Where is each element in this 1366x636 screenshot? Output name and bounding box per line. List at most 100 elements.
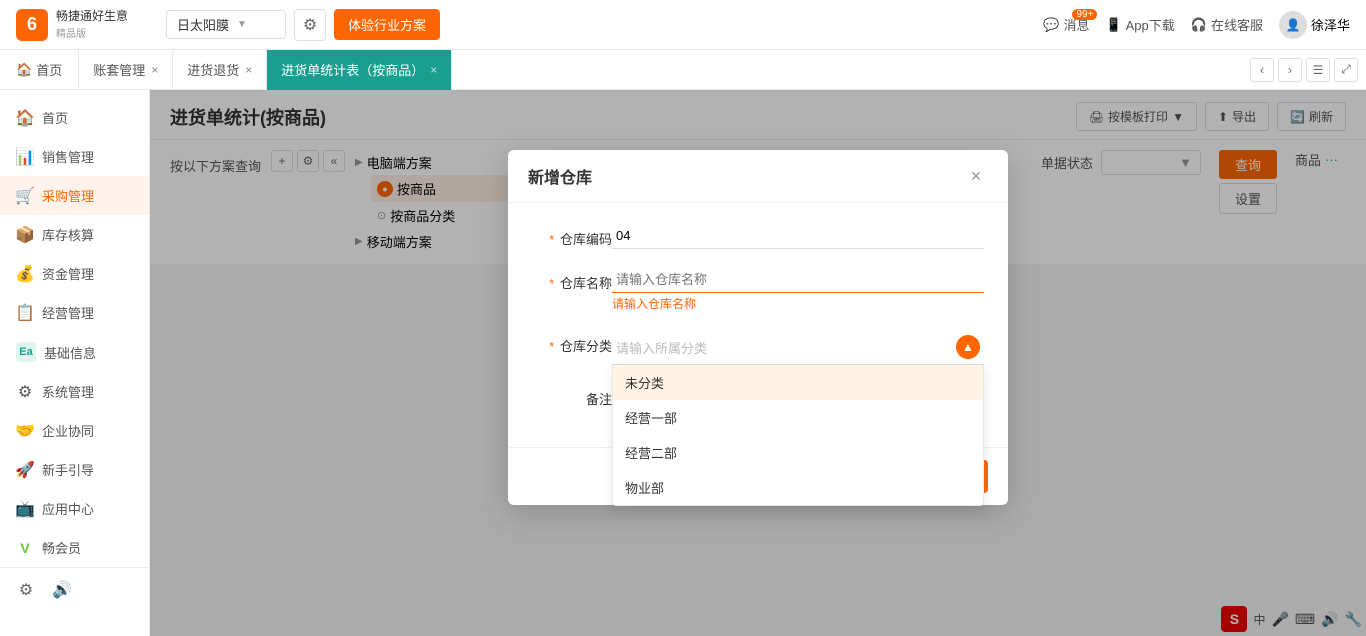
messages-button[interactable]: 💬 消息 99+ bbox=[1043, 15, 1089, 34]
sidebar-label-inventory: 库存核算 bbox=[42, 225, 94, 244]
tab-label-purchase-stats: 进货单统计表（按商品） bbox=[281, 60, 424, 79]
logo-text-line1: 畅捷通好生意 bbox=[56, 9, 128, 25]
user-avatar-area[interactable]: 👤 徐泽华 bbox=[1279, 11, 1350, 39]
sidebar-label-enterprise: 企业协同 bbox=[42, 421, 94, 440]
tab-close-accounts[interactable]: × bbox=[151, 63, 158, 77]
sidebar-item-vip[interactable]: V 畅会员 bbox=[0, 528, 149, 567]
sidebar-item-basic-info[interactable]: Ea 基础信息 bbox=[0, 332, 149, 372]
sidebar-item-enterprise[interactable]: 🤝 企业协同 bbox=[0, 411, 149, 450]
home-icon: 🏠 bbox=[16, 62, 32, 78]
finance-icon: 💰 bbox=[16, 265, 34, 283]
tab-ctrl-maximize[interactable]: ⤢ bbox=[1334, 58, 1358, 82]
basic-info-icon: Ea bbox=[16, 342, 36, 362]
header-settings-button[interactable]: ⚙ bbox=[294, 9, 326, 41]
category-placeholder: 请输入所属分类 bbox=[616, 338, 956, 357]
app-download-button[interactable]: 📱 App下载 bbox=[1105, 15, 1174, 34]
sidebar-label-newbie: 新手引导 bbox=[42, 460, 94, 479]
avatar: 👤 bbox=[1279, 11, 1307, 39]
volume-icon[interactable]: 🔊 bbox=[48, 576, 76, 604]
store-selector[interactable]: 日太阳膜 ▼ bbox=[166, 10, 286, 39]
app-icon: 📱 bbox=[1105, 17, 1121, 33]
modal-close-button[interactable]: × bbox=[964, 164, 988, 188]
sidebar-item-finance[interactable]: 💰 资金管理 bbox=[0, 254, 149, 293]
dropdown-item-uncategorized[interactable]: 未分类 bbox=[613, 365, 983, 400]
sidebar-label-app-center: 应用中心 bbox=[42, 499, 94, 518]
warehouse-name-input[interactable] bbox=[612, 267, 984, 293]
tab-ctrl-next[interactable]: › bbox=[1278, 58, 1302, 82]
sales-icon: 📊 bbox=[16, 148, 34, 166]
vip-icon: V bbox=[16, 539, 34, 557]
inventory-icon: 📦 bbox=[16, 226, 34, 244]
tab-ctrl-menu[interactable]: ☰ bbox=[1306, 58, 1330, 82]
category-dropdown[interactable]: 请输入所属分类 ▲ bbox=[612, 330, 984, 365]
logo-area: 6 畅捷通好生意 精品版 bbox=[16, 9, 166, 41]
sidebar-item-inventory[interactable]: 📦 库存核算 bbox=[0, 215, 149, 254]
warehouse-code-input[interactable] bbox=[612, 223, 984, 249]
name-field-wrap: 请输入仓库名称 bbox=[612, 267, 984, 312]
tab-home-label: 首页 bbox=[36, 60, 62, 79]
tab-home[interactable]: 🏠 首页 bbox=[0, 50, 79, 90]
headset-icon: 🎧 bbox=[1191, 17, 1207, 33]
app-center-icon: 📺 bbox=[16, 500, 34, 518]
sidebar-item-sales[interactable]: 📊 销售管理 bbox=[0, 137, 149, 176]
settings-icon: ⚙ bbox=[303, 15, 317, 35]
form-row-code: * 仓库编码 bbox=[532, 223, 984, 249]
tab-purchase-return[interactable]: 进货退货 × bbox=[173, 50, 267, 90]
form-row-category: * 仓库分类 请输入所属分类 ▲ 未分类 bbox=[532, 330, 984, 365]
sidebar: 🏠 首页 📊 销售管理 🛒 采购管理 📦 库存核算 💰 资金管理 📋 经营管理 … bbox=[0, 90, 150, 636]
tab-accounts[interactable]: 账套管理 × bbox=[79, 50, 173, 90]
enterprise-icon: 🤝 bbox=[16, 422, 34, 440]
sidebar-item-newbie[interactable]: 🚀 新手引导 bbox=[0, 450, 149, 489]
logo-text-line2: 精品版 bbox=[56, 25, 128, 40]
main-layout: 🏠 首页 📊 销售管理 🛒 采购管理 📦 库存核算 💰 资金管理 📋 经营管理 … bbox=[0, 90, 1366, 636]
category-toggle-icon: ▲ bbox=[956, 335, 980, 359]
sidebar-label-purchase: 采购管理 bbox=[42, 186, 94, 205]
form-label-name: * 仓库名称 bbox=[532, 267, 612, 292]
code-field-wrap bbox=[612, 223, 984, 249]
tab-label-purchase-return: 进货退货 bbox=[187, 60, 239, 79]
home-icon: 🏠 bbox=[16, 109, 34, 127]
category-field-wrap: 请输入所属分类 ▲ 未分类 经营一部 经营二部 bbox=[612, 330, 984, 365]
purchase-icon: 🛒 bbox=[16, 187, 34, 205]
header-right: 💬 消息 99+ 📱 App下载 🎧 在线客服 👤 徐泽华 bbox=[1043, 11, 1350, 39]
form-label-category: * 仓库分类 bbox=[532, 330, 612, 355]
online-service-label: 在线客服 bbox=[1211, 15, 1263, 34]
trial-button[interactable]: 体验行业方案 bbox=[334, 9, 440, 40]
store-selector-arrow: ▼ bbox=[237, 19, 247, 30]
modal-header: 新增仓库 × bbox=[508, 150, 1008, 203]
settings-bottom-icon[interactable]: ⚙ bbox=[12, 576, 40, 604]
modal-body: * 仓库编码 * 仓库名称 请输入仓库名称 bbox=[508, 203, 1008, 447]
sidebar-item-app-center[interactable]: 📺 应用中心 bbox=[0, 489, 149, 528]
dropdown-item-operations2[interactable]: 经营二部 bbox=[613, 435, 983, 470]
app-download-label: App下载 bbox=[1126, 15, 1175, 34]
sidebar-label-system: 系统管理 bbox=[42, 382, 94, 401]
online-service-button[interactable]: 🎧 在线客服 bbox=[1191, 15, 1263, 34]
tab-close-purchase-stats[interactable]: × bbox=[430, 63, 437, 77]
category-dropdown-list: 未分类 经营一部 经营二部 物业部 bbox=[612, 365, 984, 506]
form-label-notes: 备注 bbox=[532, 383, 612, 408]
sidebar-label-home: 首页 bbox=[42, 108, 68, 127]
sidebar-label-vip: 畅会员 bbox=[42, 538, 81, 557]
sidebar-item-operations[interactable]: 📋 经营管理 bbox=[0, 293, 149, 332]
system-icon: ⚙ bbox=[16, 383, 34, 401]
new-warehouse-modal: 新增仓库 × * 仓库编码 * 仓 bbox=[508, 150, 1008, 505]
operations-icon: 📋 bbox=[16, 304, 34, 322]
tab-controls: ‹ › ☰ ⤢ bbox=[1242, 58, 1366, 82]
modal-title: 新增仓库 bbox=[528, 164, 592, 188]
form-label-code: * 仓库编码 bbox=[532, 223, 612, 248]
dropdown-item-property[interactable]: 物业部 bbox=[613, 470, 983, 505]
message-icon: 💬 bbox=[1043, 17, 1059, 33]
sidebar-item-system[interactable]: ⚙ 系统管理 bbox=[0, 372, 149, 411]
sidebar-item-purchase[interactable]: 🛒 采购管理 bbox=[0, 176, 149, 215]
dropdown-item-operations1[interactable]: 经营一部 bbox=[613, 400, 983, 435]
tab-purchase-stats[interactable]: 进货单统计表（按商品） × bbox=[267, 50, 452, 90]
tab-close-purchase-return[interactable]: × bbox=[245, 63, 252, 77]
sidebar-label-basic-info: 基础信息 bbox=[44, 343, 96, 362]
store-name: 日太阳膜 bbox=[177, 15, 229, 34]
form-row-name: * 仓库名称 请输入仓库名称 bbox=[532, 267, 984, 312]
user-name: 徐泽华 bbox=[1311, 15, 1350, 34]
tab-ctrl-prev[interactable]: ‹ bbox=[1250, 58, 1274, 82]
sidebar-bottom-actions: ⚙ 🔊 bbox=[0, 567, 149, 612]
top-header: 6 畅捷通好生意 精品版 日太阳膜 ▼ ⚙ 体验行业方案 💬 消息 99+ 📱 … bbox=[0, 0, 1366, 50]
sidebar-item-home[interactable]: 🏠 首页 bbox=[0, 98, 149, 137]
